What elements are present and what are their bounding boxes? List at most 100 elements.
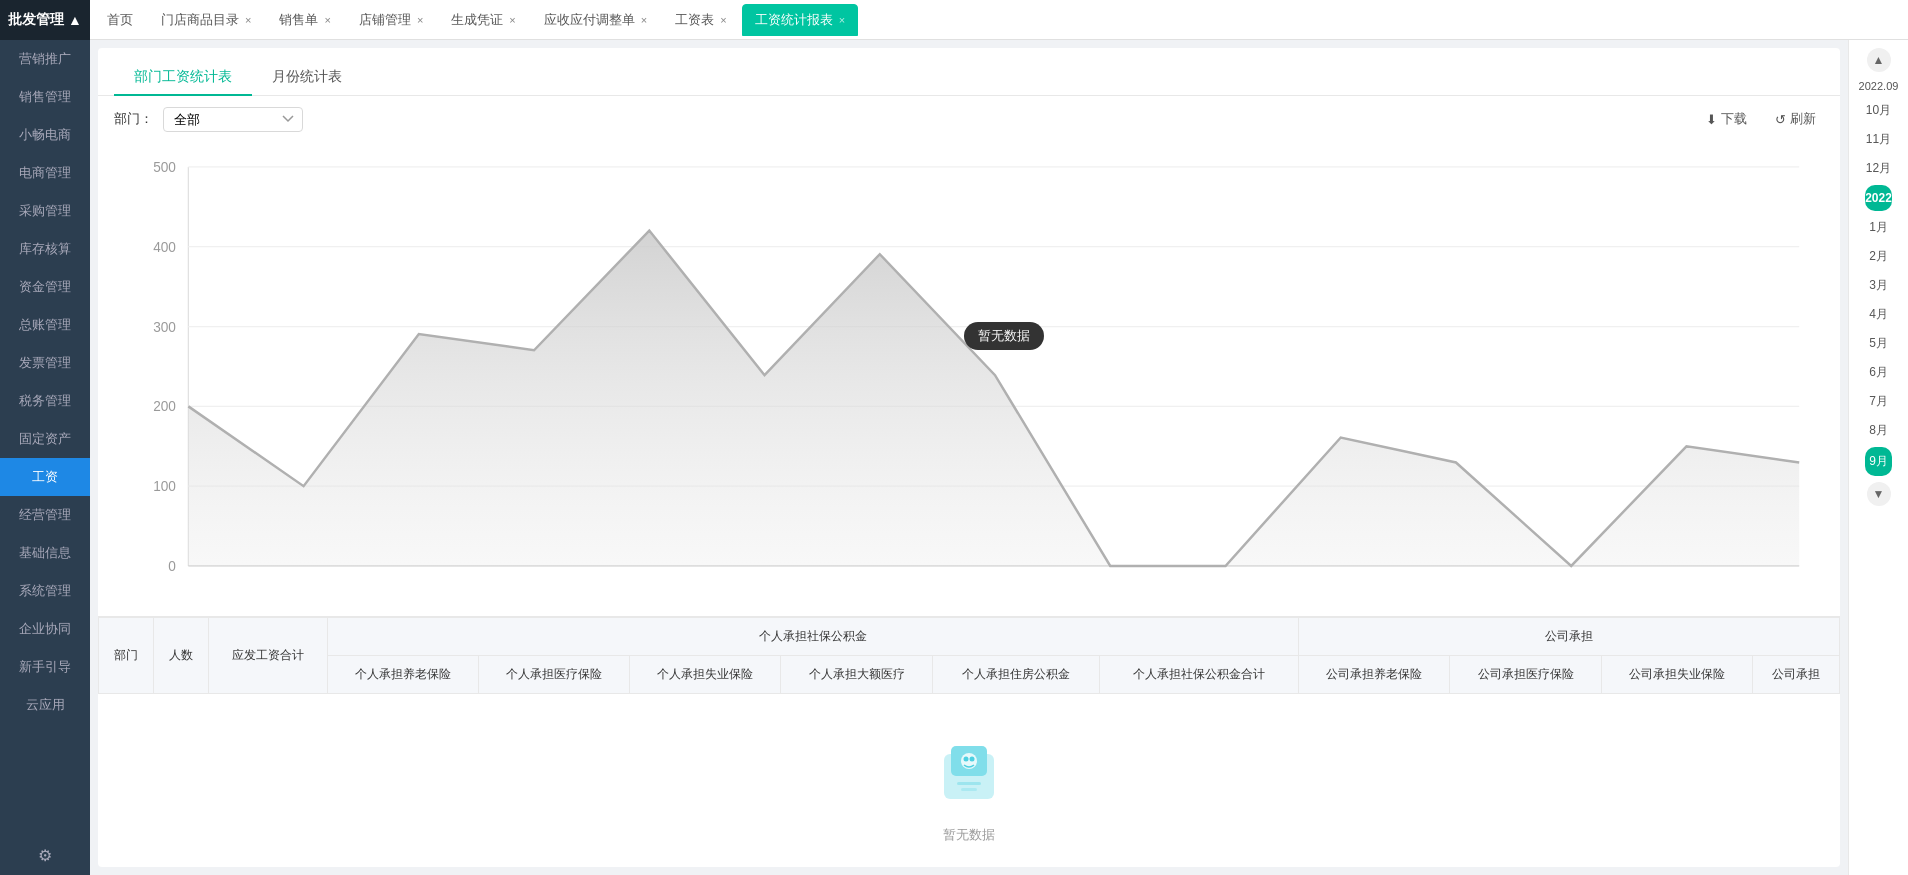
sidebar-arrow-icon: ▲ [68, 12, 82, 28]
tab-label-sales: 销售单 [279, 11, 318, 29]
empty-text: 暂无数据 [943, 826, 995, 844]
sidebar-title: 批发管理 [8, 11, 64, 29]
tab-home[interactable]: 首页 [94, 4, 146, 36]
sidebar-item-gz[interactable]: 工资 [0, 458, 90, 496]
timeline-item-t3[interactable]: 3月 [1861, 271, 1896, 300]
timeline-up-button[interactable]: ▲ [1867, 48, 1891, 72]
main-area: 首页门店商品目录×销售单×店铺管理×生成凭证×应收应付调整单×工资表×工资统计报… [90, 0, 1908, 875]
tab-close-sales[interactable]: × [324, 14, 330, 26]
timeline-item-t2[interactable]: 2月 [1861, 242, 1896, 271]
tab-store[interactable]: 店铺管理 × [346, 4, 436, 36]
timeline-item-t1[interactable]: 1月 [1861, 213, 1896, 242]
sidebar-item-swgl[interactable]: 税务管理 [0, 382, 90, 420]
sub-tab-month[interactable]: 月份统计表 [252, 60, 362, 96]
refresh-icon: ↺ [1775, 112, 1786, 127]
sidebar-item-zjgl[interactable]: 资金管理 [0, 268, 90, 306]
sidebar-item-xsyd[interactable]: 新手引导 [0, 648, 90, 686]
th-c-more: 公司承担 [1752, 655, 1839, 693]
timeline-year-label[interactable]: 2022.09 [1849, 76, 1908, 96]
timeline-item-t9[interactable]: 9月 [1865, 447, 1892, 476]
th-p-pension: 个人承担养老保险 [327, 655, 478, 693]
th-p-bigmed: 个人承担大额医疗 [781, 655, 932, 693]
tab-close-store[interactable]: × [417, 14, 423, 26]
sidebar-item-jygl[interactable]: 经营管理 [0, 496, 90, 534]
timeline-item-t8[interactable]: 8月 [1861, 416, 1896, 445]
table-area[interactable]: 部门 人数 应发工资合计 个人承担社保公积金 公司承担 个人承担养老保险 个人承… [98, 616, 1840, 867]
tab-ar[interactable]: 应收应付调整单 × [531, 4, 660, 36]
tab-close-product[interactable]: × [245, 14, 251, 26]
tab-payroll[interactable]: 工资表 × [662, 4, 739, 36]
sidebar-item-cggl[interactable]: 采购管理 [0, 192, 90, 230]
th-c-unemploy: 公司承担失业保险 [1601, 655, 1752, 693]
tab-close-payroll[interactable]: × [720, 14, 726, 26]
tab-label-home: 首页 [107, 11, 133, 29]
svg-point-18 [970, 756, 975, 761]
tab-close-report[interactable]: × [839, 14, 845, 26]
sidebar-item-xtgl[interactable]: 系统管理 [0, 572, 90, 610]
settings-icon[interactable]: ⚙ [0, 836, 90, 875]
timeline-down-button[interactable]: ▼ [1867, 482, 1891, 506]
refresh-button[interactable]: ↺ 刷新 [1767, 106, 1824, 132]
tab-label-store: 店铺管理 [359, 11, 411, 29]
th-c-medical: 公司承担医疗保险 [1450, 655, 1601, 693]
tab-label-payroll: 工资表 [675, 11, 714, 29]
th-c-pension: 公司承担养老保险 [1299, 655, 1450, 693]
tab-close-ar[interactable]: × [641, 14, 647, 26]
svg-text:0: 0 [168, 559, 176, 574]
svg-rect-20 [961, 788, 977, 791]
svg-text:500: 500 [153, 160, 176, 175]
sidebar-item-gdgz[interactable]: 固定资产 [0, 420, 90, 458]
tab-product[interactable]: 门店商品目录× [148, 4, 264, 36]
sidebar-item-xsgl[interactable]: 销售管理 [0, 78, 90, 116]
refresh-label: 刷新 [1790, 110, 1816, 128]
sidebar-item-qyxt[interactable]: 企业协同 [0, 610, 90, 648]
th-dept: 部门 [99, 617, 154, 693]
tab-produce[interactable]: 生成凭证 × [438, 4, 528, 36]
th-personal-group: 个人承担社保公积金 [327, 617, 1298, 655]
timeline-sidebar: ▲ 2022.09 10月11月12月20221月2月3月4月5月6月7月8月9… [1848, 40, 1908, 875]
sub-tab-dept[interactable]: 部门工资统计表 [114, 60, 252, 96]
sidebar-item-yyyg[interactable]: 云应用 [0, 686, 90, 724]
timeline-item-t7[interactable]: 7月 [1861, 387, 1896, 416]
svg-text:100: 100 [153, 479, 176, 494]
th-p-unemploy: 个人承担失业保险 [630, 655, 781, 693]
tab-label-produce: 生成凭证 [451, 11, 503, 29]
download-icon: ⬇ [1706, 112, 1717, 127]
toolbar-left: 部门： 全部 [114, 107, 303, 132]
sidebar-item-zzgl[interactable]: 总账管理 [0, 306, 90, 344]
timeline-item-t12[interactable]: 12月 [1861, 154, 1896, 183]
timeline-item-t11[interactable]: 11月 [1861, 125, 1896, 154]
dept-label: 部门： [114, 110, 153, 128]
svg-text:400: 400 [153, 240, 176, 255]
svg-text:200: 200 [153, 399, 176, 414]
chart-container: 500 400 300 200 100 0 [98, 142, 1840, 616]
th-p-total: 个人承担社保公积金合计 [1099, 655, 1298, 693]
timeline-item-t4[interactable]: 4月 [1861, 300, 1896, 329]
sidebar-item-yxty[interactable]: 营销推广 [0, 40, 90, 78]
timeline-item-t6[interactable]: 6月 [1861, 358, 1896, 387]
dept-select[interactable]: 全部 [163, 107, 303, 132]
timeline-item-t5[interactable]: 5月 [1861, 329, 1896, 358]
sidebar-item-dsgl[interactable]: 电商管理 [0, 154, 90, 192]
content-area: 部门工资统计表月份统计表 部门： 全部 ⬇ 下载 ↺ 刷新 [90, 40, 1908, 875]
table-header-row2: 个人承担养老保险 个人承担医疗保险 个人承担失业保险 个人承担大额医疗 个人承担… [99, 655, 1840, 693]
sidebar-item-jcxx[interactable]: 基础信息 [0, 534, 90, 572]
sidebar-item-xpds[interactable]: 小畅电商 [0, 116, 90, 154]
tab-sales[interactable]: 销售单 × [266, 4, 343, 36]
th-p-medical: 个人承担医疗保险 [479, 655, 630, 693]
tab-report[interactable]: 工资统计报表 × [742, 4, 858, 36]
sidebar-nav: 营销推广销售管理小畅电商电商管理采购管理库存核算资金管理总账管理发票管理税务管理… [0, 40, 90, 836]
svg-point-17 [964, 756, 969, 761]
timeline-item-t10[interactable]: 10月 [1861, 96, 1896, 125]
tab-label-report: 工资统计报表 [755, 11, 833, 29]
timeline-item-ty2022[interactable]: 2022 [1865, 185, 1892, 211]
download-button[interactable]: ⬇ 下载 [1698, 106, 1755, 132]
sidebar-item-fpgl[interactable]: 发票管理 [0, 344, 90, 382]
tab-close-produce[interactable]: × [509, 14, 515, 26]
tab-label-ar: 应收应付调整单 [544, 11, 635, 29]
tab-bar: 首页门店商品目录×销售单×店铺管理×生成凭证×应收应付调整单×工资表×工资统计报… [90, 0, 1908, 40]
sidebar-header: 批发管理 ▲ [0, 0, 90, 40]
sidebar-item-kchs[interactable]: 库存核算 [0, 230, 90, 268]
th-count: 人数 [153, 617, 208, 693]
sidebar: 批发管理 ▲ 营销推广销售管理小畅电商电商管理采购管理库存核算资金管理总账管理发… [0, 0, 90, 875]
